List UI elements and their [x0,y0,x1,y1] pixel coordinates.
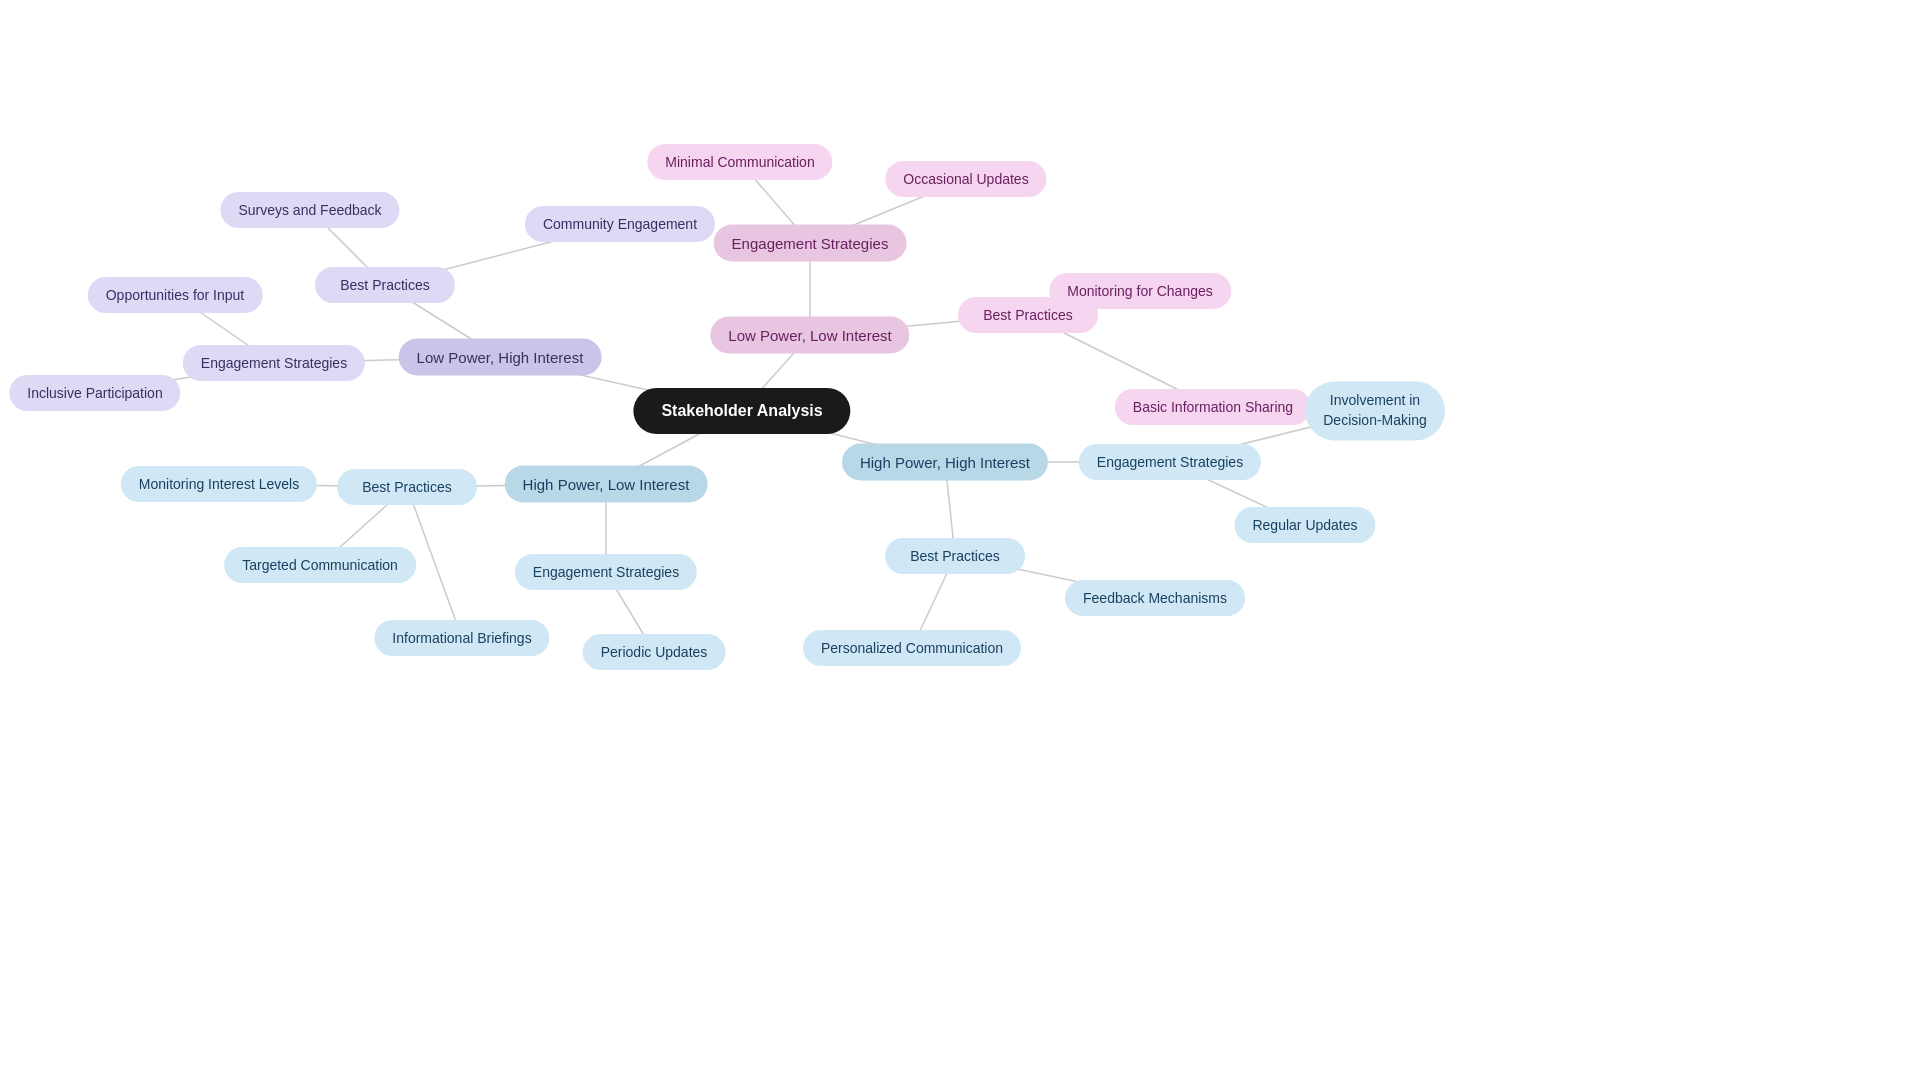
node-occasionalUpdates[interactable]: Occasional Updates [885,161,1046,197]
node-monitoringForChanges[interactable]: Monitoring for Changes [1049,273,1231,309]
node-feedbackMechanisms[interactable]: Feedback Mechanisms [1065,580,1245,616]
node-bestPracticesLPHI[interactable]: Best Practices [315,267,455,303]
node-bestPracticesHPHI[interactable]: Best Practices [885,538,1025,574]
center-node[interactable]: Stakeholder Analysis [633,388,850,434]
node-highPowerLowInterest[interactable]: High Power, Low Interest [505,466,708,503]
node-bestPracticesHPLI[interactable]: Best Practices [337,469,477,505]
node-monitoringInterestLevels[interactable]: Monitoring Interest Levels [121,466,317,502]
node-targetedCommunication[interactable]: Targeted Communication [224,547,416,583]
node-basicInfoSharing[interactable]: Basic Information Sharing [1115,389,1311,425]
node-inclusiveParticipation[interactable]: Inclusive Participation [9,375,180,411]
node-engagementStrategiesHPHI[interactable]: Engagement Strategies [1079,444,1261,480]
node-regularUpdates[interactable]: Regular Updates [1234,507,1375,543]
node-periodicUpdates[interactable]: Periodic Updates [583,634,726,670]
node-engagementStrategiesLPLI[interactable]: Engagement Strategies [714,225,907,262]
node-surveysAndFeedback[interactable]: Surveys and Feedback [220,192,399,228]
node-minimalCommunication[interactable]: Minimal Communication [647,144,832,180]
node-communityEngagement[interactable]: Community Engagement [525,206,715,242]
node-highPowerHighInterest[interactable]: High Power, High Interest [842,444,1048,481]
node-engagementStrategiesLPHI[interactable]: Engagement Strategies [183,345,365,381]
node-informationalBriefings[interactable]: Informational Briefings [374,620,549,656]
node-lowPowerLowInterest[interactable]: Low Power, Low Interest [710,317,909,354]
mindmap-container: Stakeholder Analysis Low Power, High Inte… [0,0,1920,1083]
node-involvementDecisionMaking[interactable]: Involvement in Decision-Making [1305,381,1445,440]
node-personalizedCommunication[interactable]: Personalized Communication [803,630,1021,666]
node-opportunitiesForInput[interactable]: Opportunities for Input [88,277,263,313]
node-engagementStrategiesHPLI[interactable]: Engagement Strategies [515,554,697,590]
node-lowPowerHighInterest[interactable]: Low Power, High Interest [399,339,602,376]
